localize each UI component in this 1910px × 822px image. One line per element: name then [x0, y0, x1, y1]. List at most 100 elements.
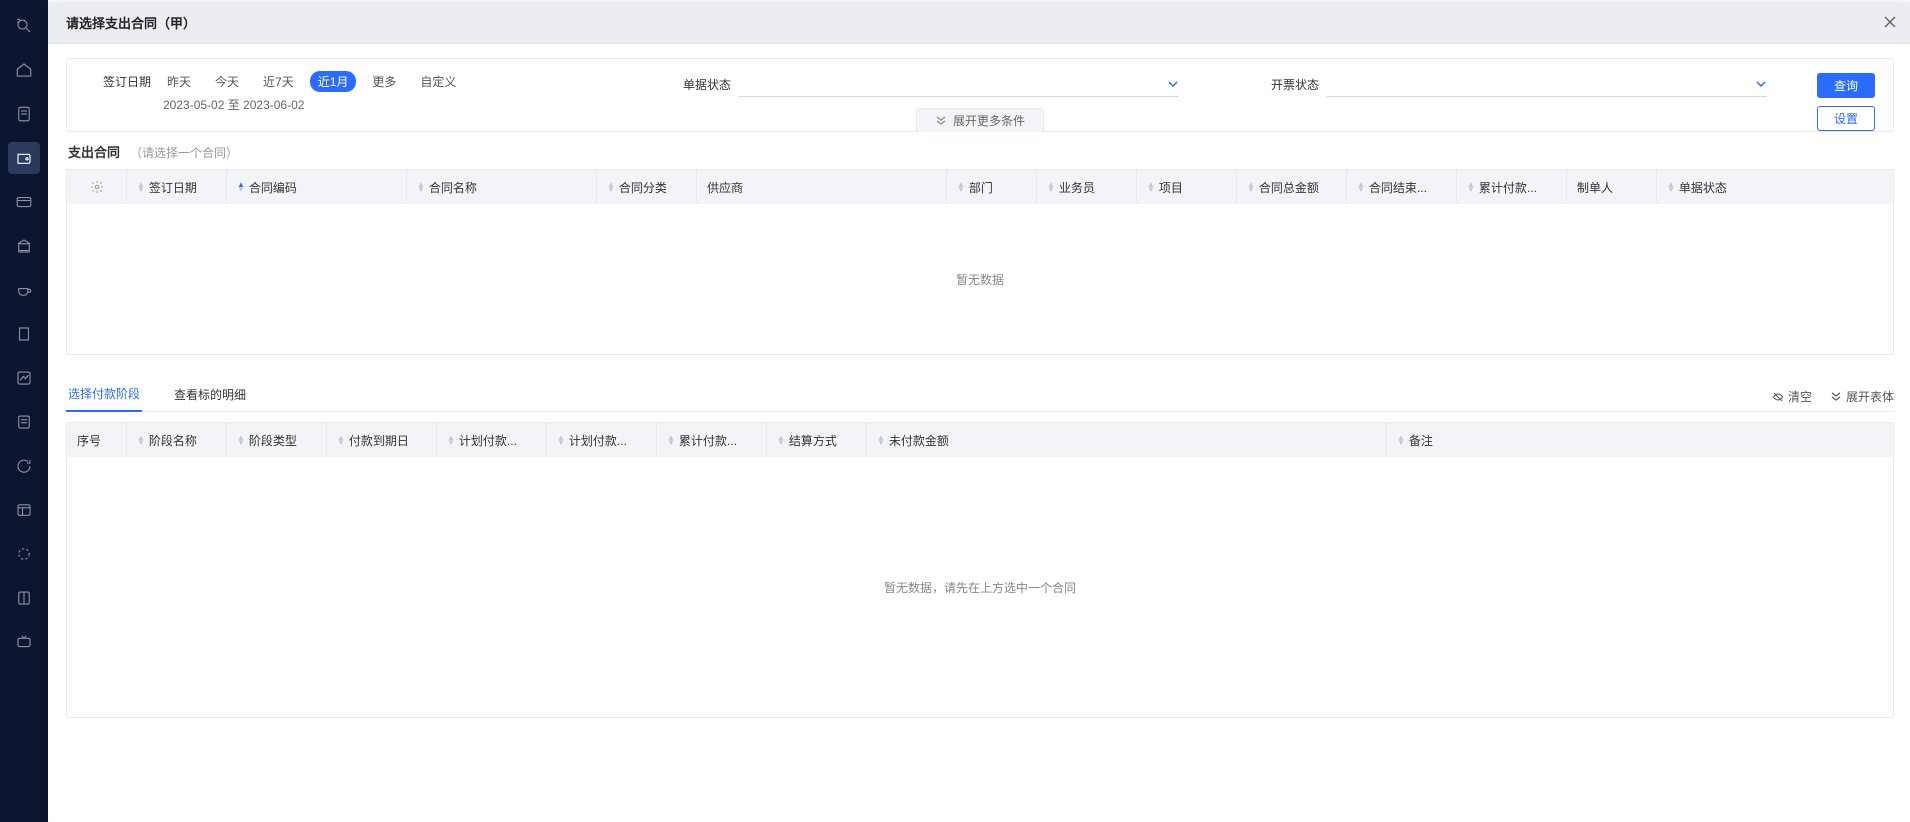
sort-icon[interactable]: ▲▼ — [557, 435, 565, 445]
col2-seq[interactable]: 序号 — [77, 432, 101, 449]
sort-icon[interactable]: ▲▼ — [1357, 182, 1365, 192]
col2-settle-method[interactable]: 结算方式 — [789, 432, 837, 449]
chip-yesterday[interactable]: 昨天 — [159, 71, 199, 92]
chip-more[interactable]: 更多 — [364, 71, 404, 92]
modal-body: 签订日期 昨天 今天 近7天 近1月 更多 自定义 2023-05-02 至 2… — [48, 44, 1910, 732]
modal-close-icon[interactable] — [1880, 12, 1900, 32]
col-contract-class[interactable]: 合同分类 — [619, 179, 667, 196]
chip-custom[interactable]: 自定义 — [412, 71, 464, 92]
contract-table-empty: 暂无数据 — [67, 204, 1893, 354]
section-hint: （请选择一个合同） — [130, 144, 238, 161]
col-total-amount[interactable]: 合同总金额 — [1259, 179, 1319, 196]
col-total-paid[interactable]: 累计付款... — [1479, 179, 1537, 196]
nav-bank-icon[interactable] — [8, 230, 40, 262]
section-header: 支出合同 （请选择一个合同） — [68, 142, 1894, 161]
chip-last1m[interactable]: 近1月 — [310, 71, 357, 92]
sort-icon[interactable]: ▲▼ — [777, 435, 785, 445]
sort-icon[interactable]: ▲▼ — [1467, 182, 1475, 192]
nav-card-icon[interactable] — [8, 186, 40, 218]
nav-book-icon[interactable] — [8, 582, 40, 614]
invoice-status-select[interactable] — [1327, 71, 1767, 97]
filter-panel: 签订日期 昨天 今天 近7天 近1月 更多 自定义 2023-05-02 至 2… — [66, 58, 1894, 132]
nav-list-icon[interactable] — [8, 406, 40, 438]
chip-last7[interactable]: 近7天 — [255, 71, 302, 92]
col2-plan-pay-a[interactable]: 计划付款... — [459, 432, 517, 449]
nav-ring-icon[interactable] — [8, 538, 40, 570]
query-button[interactable]: 查询 — [1817, 73, 1875, 98]
sort-icon[interactable]: ▲▼ — [337, 435, 345, 445]
stage-table-empty: 暂无数据，请先在上方选中一个合同 — [67, 457, 1893, 717]
gear-icon[interactable] — [89, 179, 105, 195]
col-supplier[interactable]: 供应商 — [707, 179, 743, 196]
nav-search-icon[interactable] — [8, 10, 40, 42]
sort-icon[interactable]: ▲▼ — [607, 182, 615, 192]
col-contract-code[interactable]: 合同编码 — [249, 179, 297, 196]
stage-table-header: 序号 ▲▼ 阶段名称 ▲▼ 阶段类型 ▲▼ 付款到期日 ▲▼ 计划付款... ▲▼ 计划付… — [67, 423, 1893, 457]
nav-chart-icon[interactable] — [8, 362, 40, 394]
contract-table-header: ▲▼ 签订日期 ▲▼ 合同编码 ▲▼ 合同名称 ▲▼ 合同分类 供应商 ▲▼ 部门 ▲▼ 业… — [67, 170, 1893, 204]
expand-more-conditions[interactable]: 展开更多条件 — [916, 108, 1044, 132]
col-contract-name[interactable]: 合同名称 — [429, 179, 477, 196]
doc-status-select[interactable] — [739, 71, 1179, 97]
col2-total-paid[interactable]: 累计付款... — [679, 432, 737, 449]
sort-icon[interactable]: ▲▼ — [877, 435, 885, 445]
date-range-text: 2023-05-02 至 2023-06-02 — [91, 96, 511, 113]
nav-home-icon[interactable] — [8, 54, 40, 86]
modal-title: 请选择支出合同（甲） — [66, 13, 196, 32]
app-root: 存 请选择支出合同（甲） 签订日期 昨天 — [0, 0, 1910, 822]
left-sidebar — [0, 0, 48, 822]
sort-icon[interactable]: ▲▼ — [237, 182, 245, 192]
sort-icon[interactable]: ▲▼ — [667, 435, 675, 445]
invoice-status-label: 开票状态 — [1259, 76, 1319, 93]
section-title: 支出合同 — [68, 142, 120, 161]
sort-icon[interactable]: ▲▼ — [137, 435, 145, 445]
col2-stage-type[interactable]: 阶段类型 — [249, 432, 297, 449]
col-doc-status[interactable]: 单据状态 — [1679, 179, 1727, 196]
double-chevron-down-icon — [935, 115, 947, 127]
col2-unpaid[interactable]: 未付款金额 — [889, 432, 949, 449]
expand-body-label: 展开表体 — [1846, 388, 1894, 405]
sort-icon[interactable]: ▲▼ — [237, 435, 245, 445]
nav-wallet-icon[interactable] — [8, 142, 40, 174]
modal-header: 请选择支出合同（甲） — [48, 2, 1910, 44]
contract-table: ▲▼ 签订日期 ▲▼ 合同编码 ▲▼ 合同名称 ▲▼ 合同分类 供应商 ▲▼ 部门 ▲▼ 业… — [66, 169, 1894, 355]
col-sign-date[interactable]: 签订日期 — [149, 179, 197, 196]
sort-icon[interactable]: ▲▼ — [957, 182, 965, 192]
sort-icon[interactable]: ▲▼ — [1147, 182, 1155, 192]
col-salesman[interactable]: 业务员 — [1059, 179, 1095, 196]
sort-icon[interactable]: ▲▼ — [417, 182, 425, 192]
clear-button[interactable]: 清空 — [1772, 388, 1812, 405]
nav-coffee-icon[interactable] — [8, 274, 40, 306]
nav-building-icon[interactable] — [8, 318, 40, 350]
nav-refresh-icon[interactable] — [8, 450, 40, 482]
col-creator[interactable]: 制单人 — [1577, 179, 1613, 196]
select-contract-modal: 请选择支出合同（甲） 签订日期 昨天 今天 近7天 近1月 更多 自定义 — [48, 2, 1910, 822]
doc-status-label: 单据状态 — [671, 76, 731, 93]
col-department[interactable]: 部门 — [969, 179, 993, 196]
nav-tv-icon[interactable] — [8, 626, 40, 658]
sort-icon[interactable]: ▲▼ — [1247, 182, 1255, 192]
nav-form-icon[interactable] — [8, 494, 40, 526]
tab-subject-detail[interactable]: 查看标的明细 — [172, 378, 248, 411]
chevron-down-icon — [1167, 78, 1179, 90]
col2-remark[interactable]: 备注 — [1409, 432, 1433, 449]
sort-icon[interactable]: ▲▼ — [447, 435, 455, 445]
double-chevron-down-icon — [1830, 391, 1842, 403]
col-project[interactable]: 项目 — [1159, 179, 1183, 196]
nav-doc-icon[interactable] — [8, 98, 40, 130]
sort-icon[interactable]: ▲▼ — [137, 182, 145, 192]
settings-button[interactable]: 设置 — [1817, 106, 1875, 131]
expand-body-button[interactable]: 展开表体 — [1830, 388, 1894, 405]
eye-off-icon — [1772, 391, 1784, 403]
col2-stage-name[interactable]: 阶段名称 — [149, 432, 197, 449]
sort-icon[interactable]: ▲▼ — [1047, 182, 1055, 192]
sort-icon[interactable]: ▲▼ — [1667, 182, 1675, 192]
sort-icon[interactable]: ▲▼ — [1397, 435, 1405, 445]
chip-today[interactable]: 今天 — [207, 71, 247, 92]
stage-table: 序号 ▲▼ 阶段名称 ▲▼ 阶段类型 ▲▼ 付款到期日 ▲▼ 计划付款... ▲▼ 计划付… — [66, 422, 1894, 718]
tab-payment-stage[interactable]: 选择付款阶段 — [66, 377, 142, 412]
col-contract-end[interactable]: 合同结束... — [1369, 179, 1427, 196]
col2-due-date[interactable]: 付款到期日 — [349, 432, 409, 449]
filter-actions: 查询 设置 — [1817, 73, 1875, 131]
col2-plan-pay-b[interactable]: 计划付款... — [569, 432, 627, 449]
